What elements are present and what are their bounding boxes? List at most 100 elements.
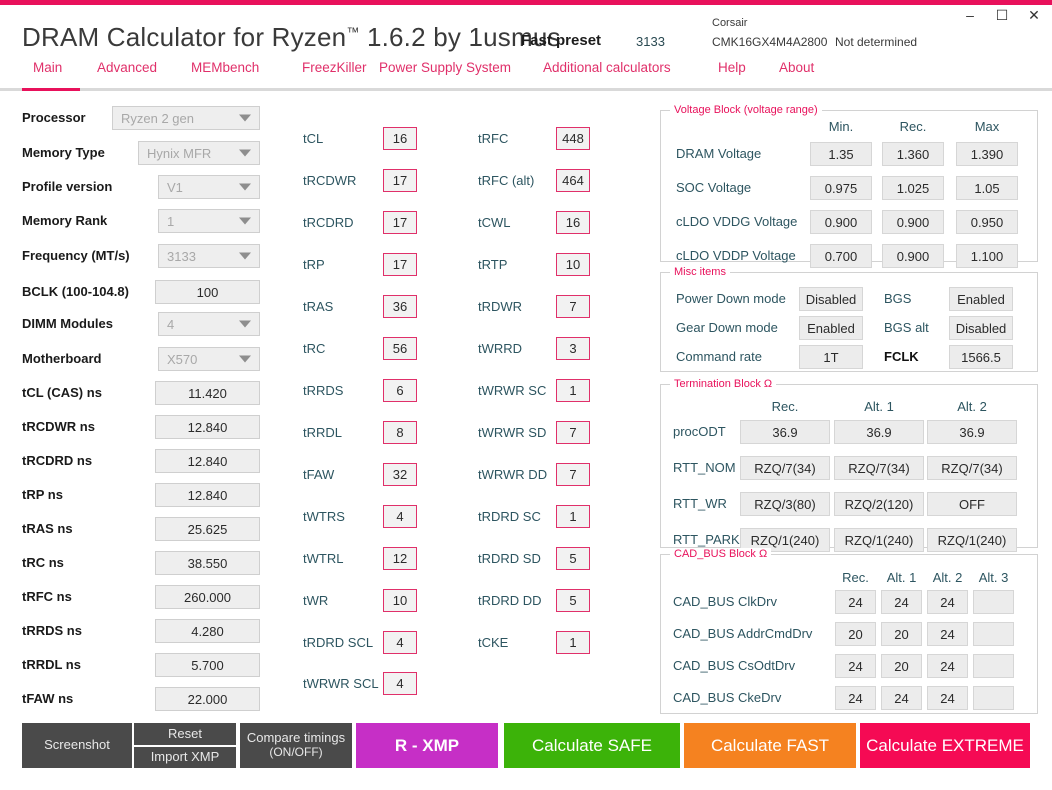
cad-bus-value-1-1[interactable]: 20	[881, 622, 922, 646]
voltage-value-1-0[interactable]: 0.975	[810, 176, 872, 200]
compare-timings-button[interactable]: Compare timings (ON/OFF)	[240, 723, 352, 768]
timing-input-twtrs[interactable]: 4	[383, 505, 417, 528]
misc-value-right-0[interactable]: Enabled	[949, 287, 1013, 311]
termination-value-0-0[interactable]: 36.9	[740, 420, 830, 444]
left-field-10[interactable]: 12.840	[155, 449, 260, 473]
cad-bus-value-1-0[interactable]: 20	[835, 622, 876, 646]
left-field-4[interactable]: 3133	[158, 244, 260, 268]
tab-main[interactable]: Main	[33, 60, 62, 75]
left-field-17[interactable]: 22.000	[155, 687, 260, 711]
chevron-down-icon[interactable]	[239, 355, 251, 363]
calculate-extreme-button[interactable]: Calculate EXTREME	[860, 723, 1030, 768]
timing-input-twrwr-dd[interactable]: 7	[556, 463, 590, 486]
timing-input-trdrd-scl[interactable]: 4	[383, 631, 417, 654]
minimize-icon[interactable]: –	[962, 8, 978, 22]
left-field-8[interactable]: 11.420	[155, 381, 260, 405]
misc-value-right-1[interactable]: Disabled	[949, 316, 1013, 340]
left-field-1[interactable]: Hynix MFR	[138, 141, 260, 165]
termination-value-2-2[interactable]: OFF	[927, 492, 1017, 516]
tab-help[interactable]: Help	[718, 60, 746, 75]
misc-value-right-2[interactable]: 1566.5	[949, 345, 1013, 369]
left-field-15[interactable]: 4.280	[155, 619, 260, 643]
termination-value-2-1[interactable]: RZQ/2(120)	[834, 492, 924, 516]
voltage-value-3-1[interactable]: 0.900	[882, 244, 944, 268]
timing-input-tras[interactable]: 36	[383, 295, 417, 318]
misc-value-left-2[interactable]: 1T	[799, 345, 863, 369]
voltage-value-0-2[interactable]: 1.390	[956, 142, 1018, 166]
chevron-down-icon[interactable]	[239, 320, 251, 328]
cad-bus-value-0-0[interactable]: 24	[835, 590, 876, 614]
left-field-14[interactable]: 260.000	[155, 585, 260, 609]
timing-input-trcdwr[interactable]: 17	[383, 169, 417, 192]
r-xmp-button[interactable]: R - XMP	[356, 723, 498, 768]
left-field-5[interactable]: 100	[155, 280, 260, 304]
termination-value-1-0[interactable]: RZQ/7(34)	[740, 456, 830, 480]
termination-value-0-2[interactable]: 36.9	[927, 420, 1017, 444]
termination-value-3-1[interactable]: RZQ/1(240)	[834, 528, 924, 552]
termination-value-1-1[interactable]: RZQ/7(34)	[834, 456, 924, 480]
termination-value-2-0[interactable]: RZQ/3(80)	[740, 492, 830, 516]
left-field-11[interactable]: 12.840	[155, 483, 260, 507]
timing-input-trfc-alt-[interactable]: 464	[556, 169, 590, 192]
timing-input-trfc[interactable]: 448	[556, 127, 590, 150]
termination-value-1-2[interactable]: RZQ/7(34)	[927, 456, 1017, 480]
left-field-0[interactable]: Ryzen 2 gen	[112, 106, 260, 130]
left-field-9[interactable]: 12.840	[155, 415, 260, 439]
timing-input-twr[interactable]: 10	[383, 589, 417, 612]
cad-bus-value-3-3[interactable]	[973, 686, 1014, 710]
voltage-value-2-1[interactable]: 0.900	[882, 210, 944, 234]
left-field-13[interactable]: 38.550	[155, 551, 260, 575]
left-field-2[interactable]: V1	[158, 175, 260, 199]
misc-value-left-0[interactable]: Disabled	[799, 287, 863, 311]
cad-bus-value-1-3[interactable]	[973, 622, 1014, 646]
left-field-7[interactable]: X570	[158, 347, 260, 371]
tab-freezkiller[interactable]: FreezKiller	[302, 60, 367, 75]
cad-bus-value-0-3[interactable]	[973, 590, 1014, 614]
timing-input-tfaw[interactable]: 32	[383, 463, 417, 486]
cad-bus-value-3-2[interactable]: 24	[927, 686, 968, 710]
calculate-safe-button[interactable]: Calculate SAFE	[504, 723, 680, 768]
timing-input-trdrd-sd[interactable]: 5	[556, 547, 590, 570]
voltage-value-0-0[interactable]: 1.35	[810, 142, 872, 166]
voltage-value-3-0[interactable]: 0.700	[810, 244, 872, 268]
timing-input-trtp[interactable]: 10	[556, 253, 590, 276]
misc-value-left-1[interactable]: Enabled	[799, 316, 863, 340]
voltage-value-2-2[interactable]: 0.950	[956, 210, 1018, 234]
chevron-down-icon[interactable]	[239, 149, 251, 157]
timing-input-twrwr-sc[interactable]: 1	[556, 379, 590, 402]
import-xmp-button[interactable]: Import XMP	[134, 747, 236, 768]
timing-input-trrdl[interactable]: 8	[383, 421, 417, 444]
voltage-value-1-1[interactable]: 1.025	[882, 176, 944, 200]
timing-input-twrrd[interactable]: 3	[556, 337, 590, 360]
timing-input-tcl[interactable]: 16	[383, 127, 417, 150]
cad-bus-value-3-1[interactable]: 24	[881, 686, 922, 710]
chevron-down-icon[interactable]	[239, 114, 251, 122]
cad-bus-value-2-0[interactable]: 24	[835, 654, 876, 678]
left-field-12[interactable]: 25.625	[155, 517, 260, 541]
termination-value-3-2[interactable]: RZQ/1(240)	[927, 528, 1017, 552]
cad-bus-value-0-1[interactable]: 24	[881, 590, 922, 614]
cad-bus-value-2-2[interactable]: 24	[927, 654, 968, 678]
voltage-value-2-0[interactable]: 0.900	[810, 210, 872, 234]
voltage-value-1-2[interactable]: 1.05	[956, 176, 1018, 200]
cad-bus-value-1-2[interactable]: 24	[927, 622, 968, 646]
tab-advanced[interactable]: Advanced	[97, 60, 157, 75]
timing-input-trc[interactable]: 56	[383, 337, 417, 360]
tab-power-supply-system[interactable]: Power Supply System	[379, 60, 511, 75]
screenshot-button[interactable]: Screenshot	[22, 723, 132, 768]
left-field-6[interactable]: 4	[158, 312, 260, 336]
calculate-fast-button[interactable]: Calculate FAST	[684, 723, 856, 768]
voltage-value-0-1[interactable]: 1.360	[882, 142, 944, 166]
left-field-3[interactable]: 1	[158, 209, 260, 233]
maximize-icon[interactable]: ☐	[994, 8, 1010, 22]
timing-input-trrds[interactable]: 6	[383, 379, 417, 402]
timing-input-twrwr-scl[interactable]: 4	[383, 672, 417, 695]
timing-input-trp[interactable]: 17	[383, 253, 417, 276]
termination-value-0-1[interactable]: 36.9	[834, 420, 924, 444]
left-field-16[interactable]: 5.700	[155, 653, 260, 677]
timing-input-twrwr-sd[interactable]: 7	[556, 421, 590, 444]
timing-input-trdrd-dd[interactable]: 5	[556, 589, 590, 612]
tab-additional-calculators[interactable]: Additional calculators	[543, 60, 671, 75]
tab-about[interactable]: About	[779, 60, 814, 75]
timing-input-tcke[interactable]: 1	[556, 631, 590, 654]
